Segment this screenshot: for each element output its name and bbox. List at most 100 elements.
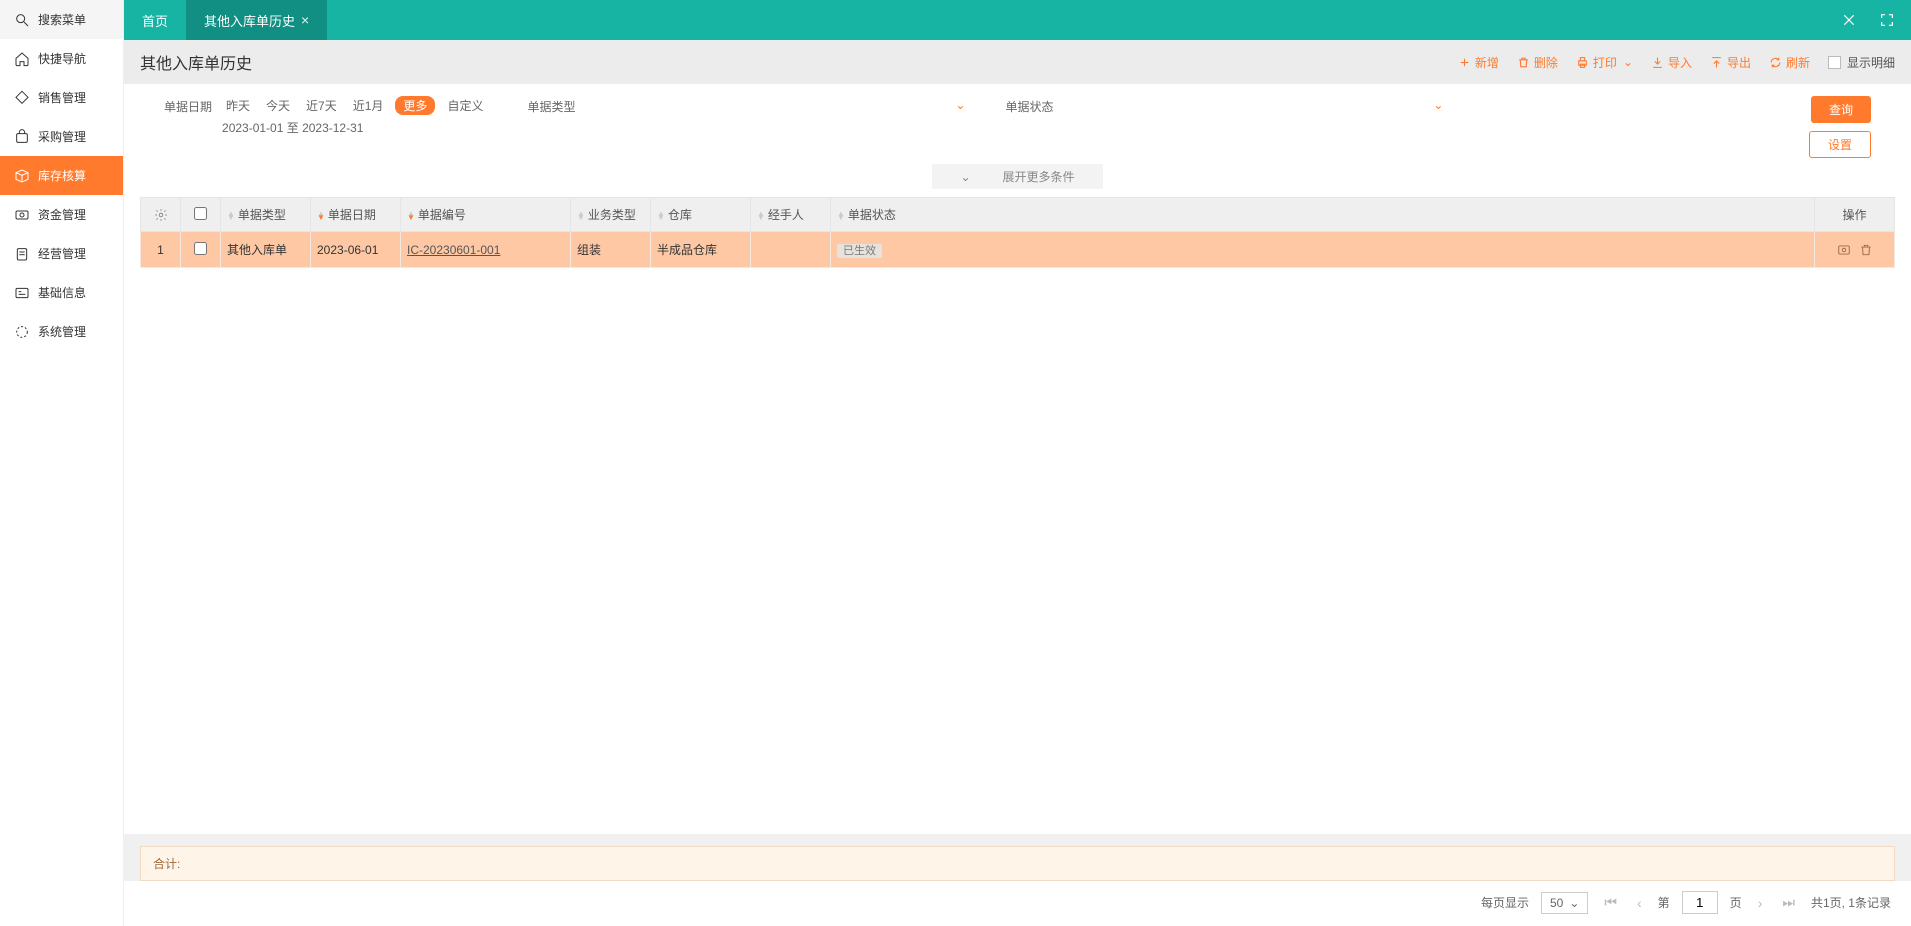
sidebar-item-label: 库存核算	[38, 167, 86, 184]
expand-conditions: ⌄展开更多条件	[164, 158, 1871, 197]
checkbox-icon	[1828, 56, 1841, 69]
table-wrap: ▲▼单据类型 ▲▼单据日期 ▲▼单据编号 ▲▼业务类型 ▲▼仓库 ▲▼经手人 ▲…	[124, 197, 1911, 834]
page-header: 其他入库单历史 新增 删除 打印⌄ 导入 导出 刷新 显示明细	[124, 40, 1911, 84]
view-icon[interactable]	[1837, 243, 1851, 257]
col-wh[interactable]: ▲▼仓库	[651, 198, 751, 232]
tabs-bar: 首页 其他入库单历史 ×	[124, 0, 1911, 40]
summary-row: 合计:	[140, 846, 1895, 881]
show-detail-toggle[interactable]: 显示明细	[1828, 54, 1895, 71]
refresh-button[interactable]: 刷新	[1769, 54, 1810, 71]
filter-type: 单据类型 ⌄	[527, 96, 965, 115]
gear-icon	[147, 208, 174, 222]
date-more[interactable]: 更多	[395, 96, 435, 115]
sidebar-item-label: 销售管理	[38, 89, 86, 106]
trash-icon[interactable]	[1859, 243, 1873, 257]
clipboard-icon	[14, 246, 30, 262]
search-icon	[14, 12, 30, 28]
tab-other-inbound-history[interactable]: 其他入库单历史 ×	[186, 0, 327, 40]
page-suffix: 页	[1730, 894, 1742, 911]
date-range-text: 2023-01-01 至 2023-12-31	[222, 119, 487, 136]
home-icon	[14, 51, 30, 67]
select-all-checkbox[interactable]	[194, 207, 207, 220]
date-1m[interactable]: 近1月	[349, 96, 388, 115]
filter-date-label: 单据日期	[164, 96, 212, 115]
col-biz[interactable]: ▲▼业务类型	[571, 198, 651, 232]
import-button[interactable]: 导入	[1651, 54, 1692, 71]
date-yesterday[interactable]: 昨天	[222, 96, 254, 115]
close-icon[interactable]: ×	[301, 12, 309, 28]
sidebar-item-label: 快捷导航	[38, 50, 86, 67]
bag-icon	[14, 129, 30, 145]
filter-bar: 单据日期 昨天 今天 近7天 近1月 更多 自定义 2023-01-01 至 2…	[124, 84, 1911, 197]
col-select-all[interactable]	[181, 198, 221, 232]
sidebar-item-system[interactable]: 系统管理	[0, 312, 123, 351]
tab-label: 首页	[142, 11, 168, 30]
cell-no: IC-20230601-001	[401, 232, 571, 268]
cell-select[interactable]	[181, 232, 221, 268]
cell-wh: 半成品仓库	[651, 232, 751, 268]
page-input[interactable]	[1682, 891, 1718, 914]
sidebar-item-quicknav[interactable]: 快捷导航	[0, 39, 123, 78]
close-all-button[interactable]	[1835, 6, 1863, 34]
date-custom[interactable]: 自定义	[443, 96, 487, 115]
tag-icon	[14, 90, 30, 106]
main: 首页 其他入库单历史 × 其他入库单历史 新增 删除 打印⌄ 导入 导出 刷新	[124, 0, 1911, 926]
chevron-down-icon: ⌄	[955, 98, 965, 112]
date-today[interactable]: 今天	[262, 96, 294, 115]
table-row[interactable]: 1 其他入库单 2023-06-01 IC-20230601-001 组装 半成…	[141, 232, 1895, 268]
chevron-down-icon: ⌄	[1433, 98, 1443, 112]
tab-label: 其他入库单历史	[204, 11, 295, 30]
filter-status-select[interactable]: ⌄	[1063, 96, 1443, 114]
fullscreen-button[interactable]	[1873, 6, 1901, 34]
gear-dashed-icon	[14, 324, 30, 340]
date-7d[interactable]: 近7天	[302, 96, 341, 115]
header-actions: 新增 删除 打印⌄ 导入 导出 刷新 显示明细	[1458, 54, 1895, 71]
expand-conditions-button[interactable]: ⌄展开更多条件	[932, 164, 1102, 189]
next-page-button[interactable]: ›	[1754, 895, 1767, 911]
sidebar-item-inventory[interactable]: 库存核算	[0, 156, 123, 195]
sidebar-item-baseinfo[interactable]: 基础信息	[0, 273, 123, 312]
cell-type: 其他入库单	[221, 232, 311, 268]
sidebar-item-label: 采购管理	[38, 128, 86, 145]
total-text: 共1页, 1条记录	[1811, 894, 1891, 911]
col-no[interactable]: ▲▼单据编号	[401, 198, 571, 232]
sidebar-item-search[interactable]: 搜索菜单	[0, 0, 123, 39]
page-title: 其他入库单历史	[140, 50, 252, 74]
export-button[interactable]: 导出	[1710, 54, 1751, 71]
summary-label: 合计:	[153, 857, 180, 871]
col-handler[interactable]: ▲▼经手人	[751, 198, 831, 232]
doc-no-link[interactable]: IC-20230601-001	[407, 243, 500, 257]
chevron-down-icon: ⌄	[1623, 55, 1633, 69]
add-button[interactable]: 新增	[1458, 54, 1499, 71]
col-type[interactable]: ▲▼单据类型	[221, 198, 311, 232]
last-page-button[interactable]: ⏭	[1778, 894, 1799, 911]
tab-home[interactable]: 首页	[124, 0, 186, 40]
cell-biz: 组装	[571, 232, 651, 268]
sidebar-item-purchase[interactable]: 采购管理	[0, 117, 123, 156]
cell-status: 已生效	[831, 232, 1815, 268]
pagination: 每页显示 50⌄ ⏮ ‹ 第 页 › ⏭ 共1页, 1条记录	[124, 881, 1911, 926]
sidebar-item-funds[interactable]: 资金管理	[0, 195, 123, 234]
filter-status-label: 单据状态	[1005, 96, 1053, 115]
box-icon	[14, 168, 30, 184]
prev-page-button[interactable]: ‹	[1633, 895, 1646, 911]
delete-button[interactable]: 删除	[1517, 54, 1558, 71]
settings-button[interactable]: 设置	[1809, 131, 1871, 158]
print-button[interactable]: 打印⌄	[1576, 54, 1633, 71]
filter-status: 单据状态 ⌄	[1005, 96, 1443, 115]
col-gear[interactable]	[141, 198, 181, 232]
col-date[interactable]: ▲▼单据日期	[311, 198, 401, 232]
chevron-down-icon: ⌄	[1569, 896, 1579, 910]
first-page-button[interactable]: ⏮	[1600, 894, 1621, 911]
col-status[interactable]: ▲▼单据状态	[831, 198, 1815, 232]
sidebar-item-sales[interactable]: 销售管理	[0, 78, 123, 117]
sidebar: 搜索菜单 快捷导航 销售管理 采购管理 库存核算 资金管理 经营管理 基础信息	[0, 0, 124, 926]
filter-type-select[interactable]: ⌄	[585, 96, 965, 114]
page-prefix: 第	[1658, 894, 1670, 911]
status-badge: 已生效	[837, 244, 882, 258]
row-checkbox[interactable]	[194, 242, 207, 255]
per-page-select[interactable]: 50⌄	[1541, 892, 1588, 914]
query-button[interactable]: 查询	[1811, 96, 1871, 123]
chevron-down-icon: ⌄	[946, 168, 984, 186]
sidebar-item-business[interactable]: 经营管理	[0, 234, 123, 273]
